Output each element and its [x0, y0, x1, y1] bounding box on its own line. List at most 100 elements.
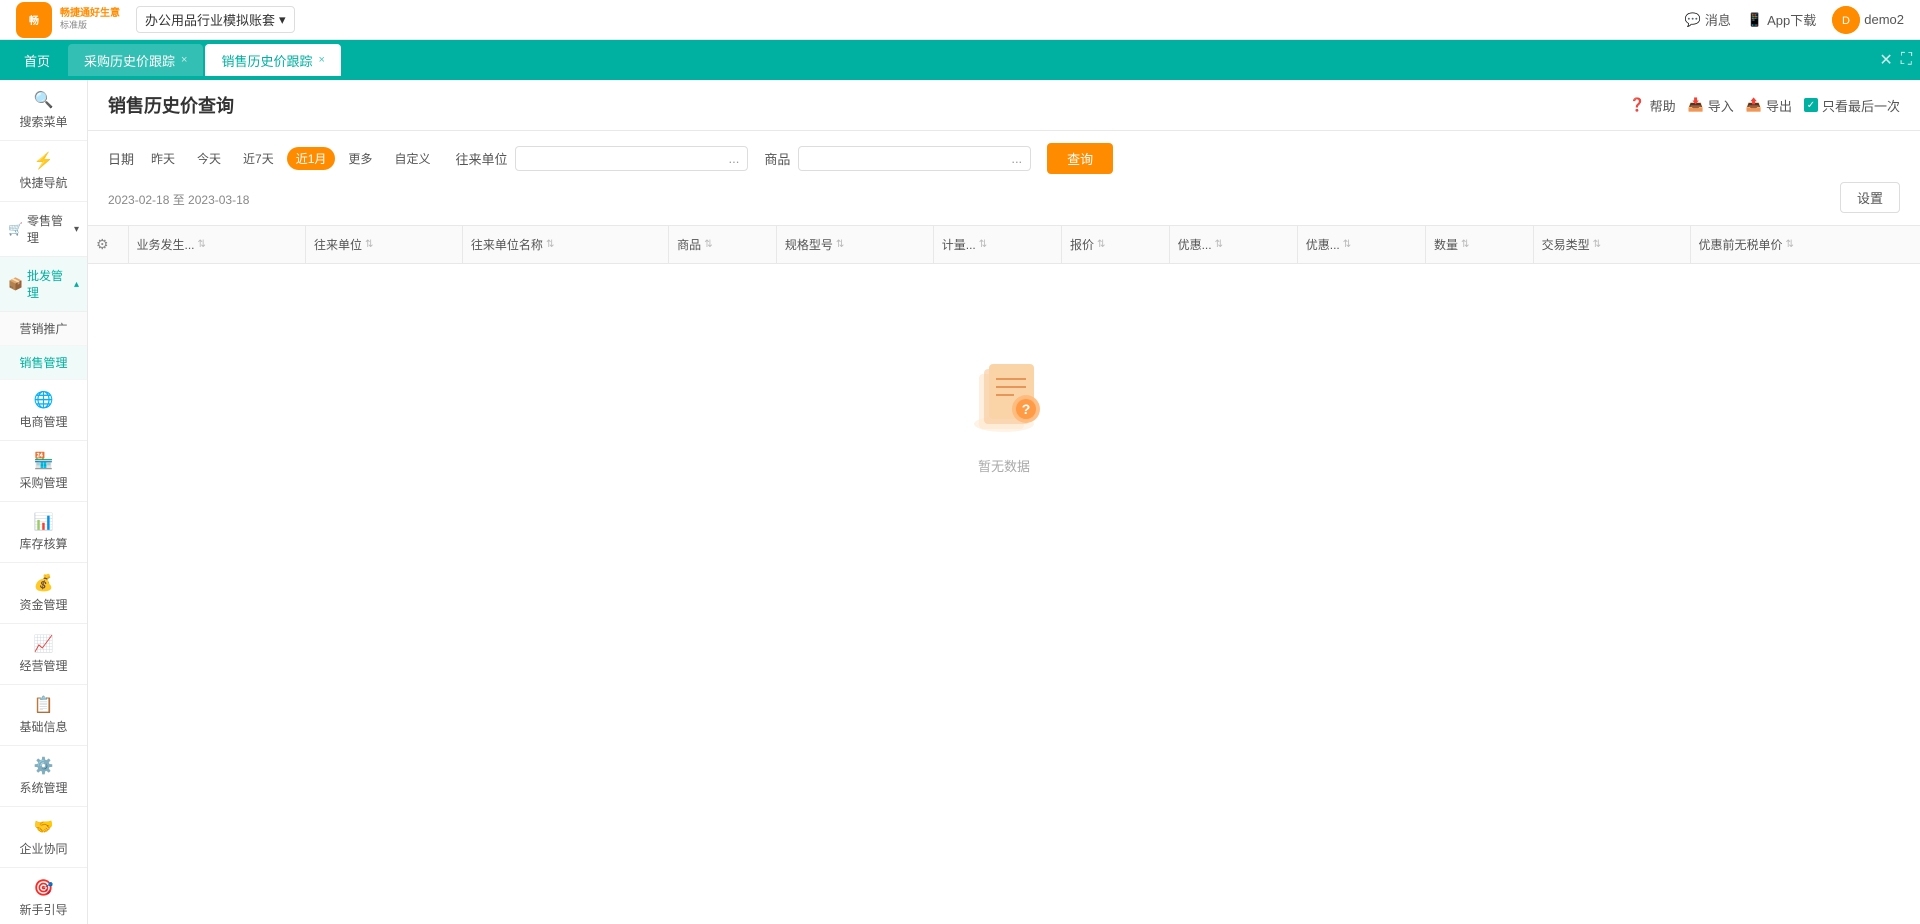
settings-button[interactable]: 设置 — [1840, 182, 1900, 213]
operations-icon: 📈 — [34, 634, 54, 654]
help-button[interactable]: ❓ 帮助 — [1629, 96, 1675, 115]
col-goods[interactable]: 商品⇅ — [669, 226, 777, 264]
app-download-button[interactable]: 📱 App下载 — [1747, 10, 1816, 29]
col-quote[interactable]: 报价⇅ — [1061, 226, 1169, 264]
download-icon: 📱 — [1747, 12, 1763, 28]
filter-row: 日期 昨天 今天 近7天 近1月 更多 自定义 往来单位 ... — [108, 143, 1900, 174]
sort-spec-icon: ⇅ — [836, 239, 844, 250]
wholesale-icon: 📦 — [8, 277, 23, 291]
ecommerce-icon: 🌐 — [34, 390, 54, 410]
tab-sales-close[interactable]: × — [318, 54, 324, 66]
date-option-7days[interactable]: 近7天 — [234, 147, 283, 170]
logo-line1: 畅捷通好生意 — [60, 8, 120, 20]
empty-state: ? 暂无数据 — [88, 264, 1920, 555]
goods-filter-label: 商品 — [764, 149, 790, 168]
retail-icon: 🛒 — [8, 222, 23, 236]
export-button[interactable]: 📤 导出 — [1746, 96, 1792, 115]
tab-purchase-close[interactable]: × — [181, 54, 187, 66]
sort-biz-date-icon: ⇅ — [198, 239, 206, 250]
date-option-today[interactable]: 今天 — [188, 147, 230, 170]
sidebar-item-wholesale-mgmt[interactable]: 📦 批发管理 ▴ — [0, 257, 87, 312]
goods-input-wrapper[interactable]: ... — [798, 146, 1031, 171]
query-button[interactable]: 查询 — [1047, 143, 1113, 174]
export-icon: 📤 — [1746, 97, 1762, 113]
logo-line2: 标准版 — [60, 20, 120, 31]
goods-dots: ... — [1011, 151, 1022, 166]
sidebar-item-operations[interactable]: 📈 经营管理 — [0, 624, 87, 685]
sidebar-item-guide[interactable]: 🎯 新手引导 — [0, 868, 87, 924]
col-counterpart[interactable]: 往来单位⇅ — [305, 226, 462, 264]
sidebar-label-wholesale: 批发管理 — [27, 267, 70, 301]
sort-discount1-icon: ⇅ — [1215, 239, 1223, 250]
date-option-yesterday[interactable]: 昨天 — [142, 147, 184, 170]
tab-purchase-history[interactable]: 采购历史价跟踪 × — [68, 44, 203, 76]
sidebar-item-enterprise[interactable]: 🤝 企业协同 — [0, 807, 87, 868]
svg-text:畅: 畅 — [29, 14, 39, 27]
tab-home[interactable]: 首页 — [8, 44, 66, 76]
message-button[interactable]: 💬 消息 — [1685, 10, 1731, 29]
enterprise-icon: 🤝 — [34, 817, 54, 837]
sidebar-item-sales-mgmt[interactable]: 销售管理 — [0, 346, 87, 380]
date-option-custom[interactable]: 自定义 — [385, 147, 439, 170]
sidebar-item-marketing[interactable]: 营销推广 — [0, 312, 87, 346]
counterpart-input-wrapper[interactable]: ... — [515, 146, 748, 171]
import-button[interactable]: 📥 导入 — [1688, 96, 1734, 115]
sidebar-label-purchase: 采购管理 — [19, 474, 67, 491]
goods-filter-group: 商品 ... — [764, 146, 1031, 171]
sidebar-item-quick-nav[interactable]: ⚡ 快捷导航 — [0, 141, 87, 202]
tab-sales-history[interactable]: 销售历史价跟踪 × — [205, 44, 340, 76]
table-head: ⚙ 业务发生...⇅ 往来单位⇅ 往来单位名称⇅ 商品⇅ — [88, 226, 1920, 264]
date-option-more[interactable]: 更多 — [339, 147, 381, 170]
user-name: demo2 — [1864, 12, 1904, 27]
search-icon: 🔍 — [34, 90, 54, 110]
sidebar-item-purchase[interactable]: 🏪 采购管理 — [0, 441, 87, 502]
sidebar-item-search-menu[interactable]: 🔍 搜索菜单 — [0, 80, 87, 141]
sidebar-item-basics[interactable]: 📋 基础信息 — [0, 685, 87, 746]
date-option-1month[interactable]: 近1月 — [287, 147, 336, 170]
sidebar-item-ecommerce[interactable]: 🌐 电商管理 — [0, 380, 87, 441]
col-discount2[interactable]: 优惠...⇅ — [1297, 226, 1425, 264]
sort-goods-icon: ⇅ — [704, 239, 712, 250]
col-trade-type[interactable]: 交易类型⇅ — [1533, 226, 1690, 264]
import-icon: 📥 — [1688, 97, 1704, 113]
sidebar-item-inventory[interactable]: 📊 库存核算 — [0, 502, 87, 563]
only-last-checkbox[interactable]: ✓ 只看最后一次 — [1804, 96, 1900, 115]
system-icon: ⚙️ — [34, 756, 54, 776]
goods-input[interactable] — [807, 151, 1007, 166]
col-counterpart-name[interactable]: 往来单位名称⇅ — [462, 226, 668, 264]
help-label: 帮助 — [1650, 96, 1676, 115]
sort-counterpart-icon: ⇅ — [365, 239, 373, 250]
col-biz-date[interactable]: 业务发生...⇅ — [128, 226, 305, 264]
counterpart-input[interactable] — [524, 151, 724, 166]
sort-discount2-icon: ⇅ — [1343, 239, 1351, 250]
message-label: 消息 — [1705, 10, 1731, 29]
col-spec[interactable]: 规格型号⇅ — [776, 226, 933, 264]
basics-icon: 📋 — [34, 695, 54, 715]
app-name: 办公用品行业模拟账套 — [145, 10, 275, 29]
export-label: 导出 — [1766, 96, 1792, 115]
tab-maximize-button[interactable]: ⛶ — [1901, 51, 1912, 69]
sidebar-item-finance[interactable]: 💰 资金管理 — [0, 563, 87, 624]
user-profile[interactable]: D demo2 — [1832, 6, 1904, 34]
tab-close-all-button[interactable]: ✕ — [1879, 50, 1892, 70]
col-pre-tax[interactable]: 优惠前无税单价⇅ — [1690, 226, 1920, 264]
sidebar: 🔍 搜索菜单 ⚡ 快捷导航 🛒 零售管理 ▾ 📦 批发管理 ▴ 营销推广 销售管… — [0, 80, 88, 924]
sidebar-label-quick-nav: 快捷导航 — [19, 174, 67, 191]
main-layout: 🔍 搜索菜单 ⚡ 快捷导航 🛒 零售管理 ▾ 📦 批发管理 ▴ 营销推广 销售管… — [0, 80, 1920, 924]
col-unit[interactable]: 计量...⇅ — [933, 226, 1061, 264]
sidebar-item-retail-mgmt[interactable]: 🛒 零售管理 ▾ — [0, 202, 87, 257]
col-discount1[interactable]: 优惠...⇅ — [1169, 226, 1297, 264]
table-header-row: ⚙ 业务发生...⇅ 往来单位⇅ 往来单位名称⇅ 商品⇅ — [88, 226, 1920, 264]
page-actions: ❓ 帮助 📥 导入 📤 导出 ✓ 只看最后一次 — [1629, 96, 1900, 115]
col-quantity[interactable]: 数量⇅ — [1425, 226, 1533, 264]
app-selector[interactable]: 办公用品行业模拟账套 ▾ — [136, 6, 295, 33]
sidebar-label-guide: 新手引导 — [19, 901, 67, 918]
message-icon: 💬 — [1685, 12, 1701, 28]
date-range-display: 2023-02-18 至 2023-03-18 — [108, 191, 249, 208]
sidebar-item-system[interactable]: ⚙️ 系统管理 — [0, 746, 87, 807]
retail-arrow-icon: ▾ — [74, 224, 79, 235]
column-settings-button[interactable]: ⚙ — [96, 236, 109, 253]
wholesale-arrow-icon: ▴ — [74, 279, 79, 290]
date-filter-group: 日期 昨天 今天 近7天 近1月 更多 自定义 — [108, 147, 439, 170]
date-filter-label: 日期 — [108, 149, 134, 168]
